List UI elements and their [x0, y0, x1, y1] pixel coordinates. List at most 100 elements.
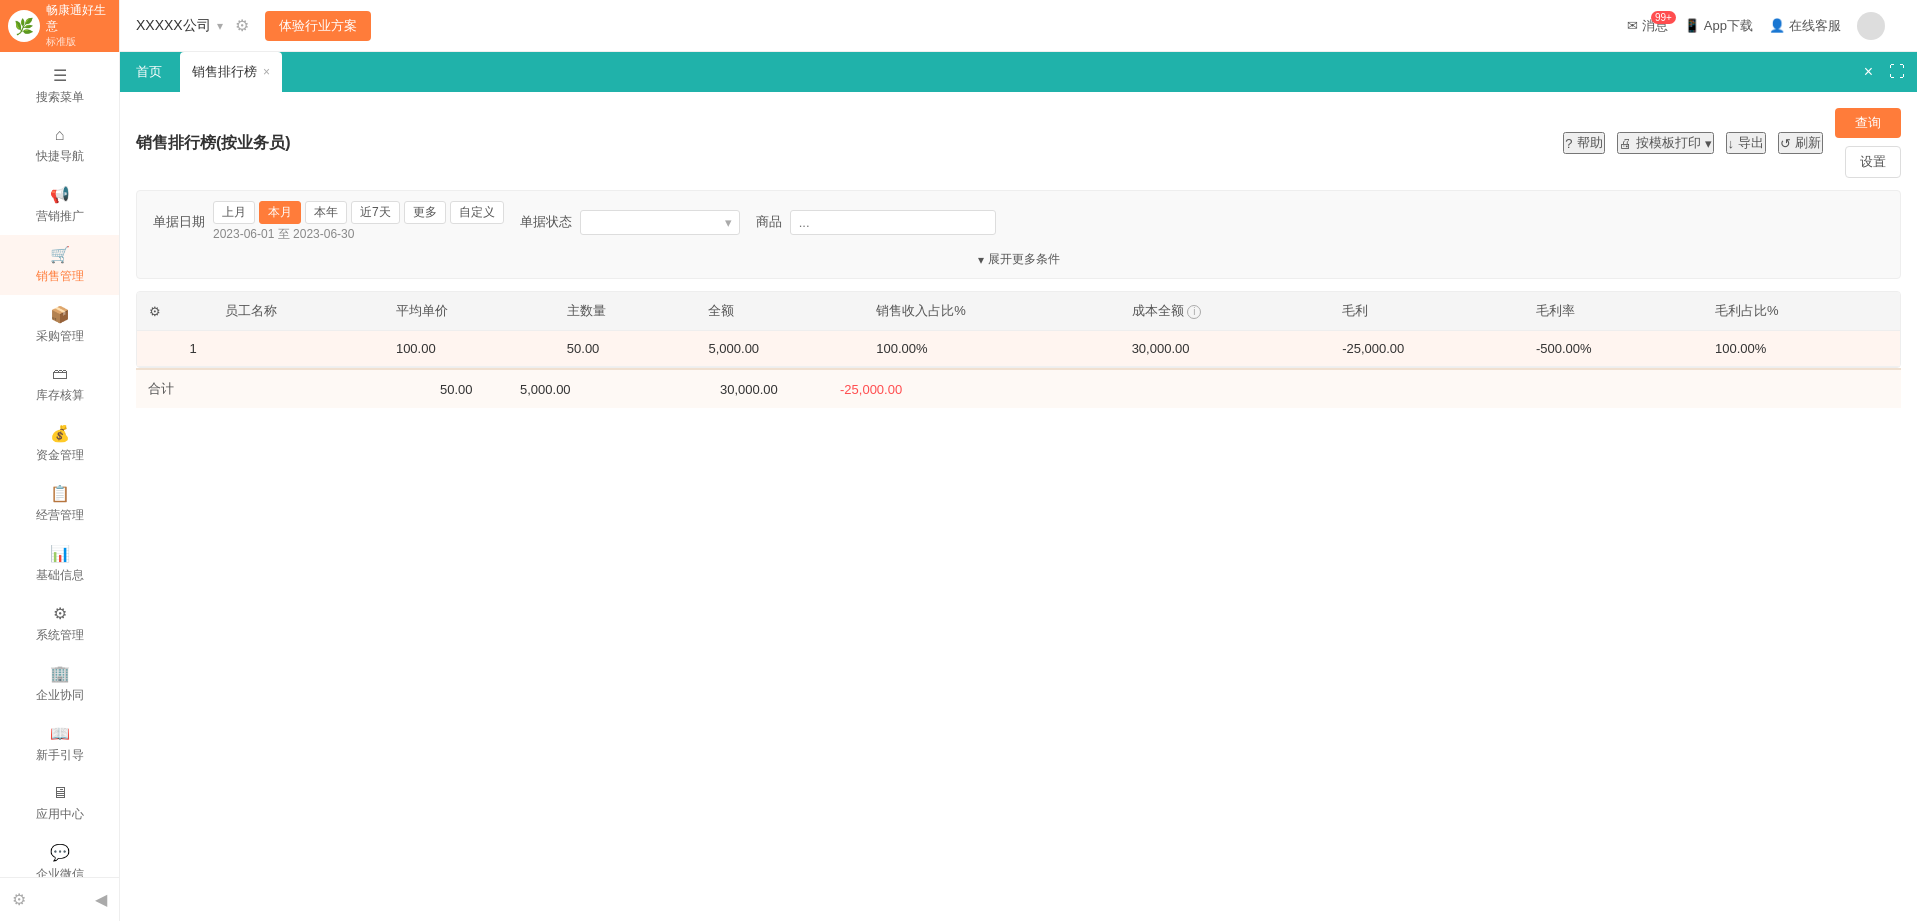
print-icon: 🖨: [1619, 136, 1632, 151]
sidebar-collapse-icon[interactable]: ◀: [91, 886, 111, 913]
footer-amount: 5,000.00: [508, 382, 608, 397]
sidebar-item-label: 企业协同: [36, 687, 84, 704]
topbar-right: ✉ 消息 99+ 📱 App下载 👤 在线客服: [1627, 12, 1901, 40]
tab-fullscreen-icon[interactable]: ⛶: [1885, 59, 1909, 85]
tab-close-icon[interactable]: ×: [263, 65, 270, 79]
enterprise-wechat-icon: 💬: [50, 843, 70, 862]
sidebar-item-sales[interactable]: 🛒 销售管理: [0, 235, 119, 295]
search-order-icon: ☰: [53, 66, 67, 85]
sidebar-item-label: 销售管理: [36, 268, 84, 285]
sidebar-item-label: 系统管理: [36, 627, 84, 644]
finance-icon: 💰: [50, 424, 70, 443]
help-icon: ?: [1565, 136, 1572, 151]
goods-label: 商品: [756, 213, 782, 231]
refresh-icon: ↺: [1780, 136, 1791, 151]
sidebar-item-marketing[interactable]: 📢 营销推广: [0, 175, 119, 235]
th-profit-ratio: 毛利占比%: [1703, 292, 1900, 331]
trial-button[interactable]: 体验行业方案: [265, 11, 371, 41]
message-button[interactable]: ✉ 消息 99+: [1627, 17, 1668, 35]
operations-icon: 📋: [50, 484, 70, 503]
th-employee: 员工名称: [213, 292, 384, 331]
th-profit: 毛利: [1330, 292, 1524, 331]
sidebar-item-enterprise[interactable]: 🏢 企业协同: [0, 654, 119, 714]
th-settings[interactable]: ⚙: [137, 292, 173, 331]
print-button[interactable]: 🖨 按模板打印 ▾: [1617, 132, 1714, 154]
th-sales-ratio: 销售收入占比%: [864, 292, 1119, 331]
date-btn-more[interactable]: 更多: [404, 201, 446, 224]
app-download-button[interactable]: 📱 App下载: [1684, 17, 1753, 35]
tabbar: 首页 销售排行榜 × × ⛶: [120, 52, 1917, 92]
app-download-label: App下载: [1704, 17, 1753, 35]
th-profit-rate: 毛利率: [1524, 292, 1703, 331]
sidebar-nav: ☰ 搜索菜单 ⌂ 快捷导航 📢 营销推广 🛒 销售管理 📦 采购管理 🗃 库存核…: [0, 52, 119, 877]
online-service-button[interactable]: 👤 在线客服: [1769, 17, 1841, 35]
company-selector[interactable]: XXXXX公司 ▾: [136, 17, 223, 35]
sales-icon: 🛒: [50, 245, 70, 264]
date-btn-this-month[interactable]: 本月: [259, 201, 301, 224]
service-icon: 👤: [1769, 18, 1785, 33]
tab-label: 销售排行榜: [192, 63, 257, 81]
status-select-wrap: [580, 210, 740, 235]
query-button[interactable]: 查询: [1835, 108, 1901, 138]
th-amount: 全额: [696, 292, 864, 331]
message-icon: ✉: [1627, 18, 1638, 33]
footer-cost-amount: 30,000.00: [708, 382, 828, 397]
td-profit: -25,000.00: [1330, 331, 1524, 367]
page-actions: ? 帮助 🖨 按模板打印 ▾ ↓ 导出 ↺ 刷新 查询: [1563, 108, 1901, 178]
filter-area: 单据日期 上月 本月 本年 近7天 更多 自定义 2023-06-01 至 20…: [136, 190, 1901, 279]
td-profit-rate: -500.00%: [1524, 331, 1703, 367]
td-avg-price: 100.00: [384, 331, 555, 367]
guide-icon: 📖: [50, 724, 70, 743]
logo-title: 畅康通好生意: [46, 3, 111, 34]
cost-info-icon[interactable]: i: [1187, 305, 1201, 319]
page-settings-button[interactable]: 设置: [1845, 146, 1901, 178]
data-table: ⚙ 员工名称 平均单价 主数量 全额 销售收入占比% 成本全额 i 毛利 毛利率: [137, 292, 1900, 367]
export-button[interactable]: ↓ 导出: [1726, 132, 1767, 154]
tab-home[interactable]: 首页: [120, 52, 178, 92]
date-btn-this-year[interactable]: 本年: [305, 201, 347, 224]
help-button[interactable]: ? 帮助: [1563, 132, 1604, 154]
sidebar-item-label: 快捷导航: [36, 148, 84, 165]
logo-subtitle: 标准版: [46, 35, 111, 49]
inventory-icon: 🗃: [52, 365, 68, 383]
sidebar-item-quick-nav[interactable]: ⌂ 快捷导航: [0, 116, 119, 175]
date-range-display: 2023-06-01 至 2023-06-30: [213, 226, 504, 243]
sidebar-item-purchase[interactable]: 📦 采购管理: [0, 295, 119, 355]
sidebar-item-guide[interactable]: 📖 新手引导: [0, 714, 119, 774]
purchase-icon: 📦: [50, 305, 70, 324]
date-btn-7days[interactable]: 近7天: [351, 201, 400, 224]
user-avatar[interactable]: [1857, 12, 1885, 40]
footer-spacer: [348, 382, 428, 397]
message-badge: 99+: [1651, 11, 1676, 24]
refresh-button[interactable]: ↺ 刷新: [1778, 132, 1823, 154]
tab-window-close-icon[interactable]: ×: [1860, 59, 1877, 85]
sidebar-item-search-order[interactable]: ☰ 搜索菜单: [0, 56, 119, 116]
date-btn-custom[interactable]: 自定义: [450, 201, 504, 224]
sidebar-item-enterprise-wechat[interactable]: 💬 企业微信: [0, 833, 119, 877]
print-label: 按模板打印: [1636, 134, 1701, 152]
sidebar-item-system[interactable]: ⚙ 系统管理: [0, 594, 119, 654]
goods-input[interactable]: [790, 210, 996, 235]
sidebar-item-label: 应用中心: [36, 806, 84, 823]
data-table-wrap: ⚙ 员工名称 平均单价 主数量 全额 销售收入占比% 成本全额 i 毛利 毛利率: [136, 291, 1901, 368]
th-cost-amount: 成本全额 i: [1120, 292, 1331, 331]
date-btn-last-month[interactable]: 上月: [213, 201, 255, 224]
date-btn-group: 上月 本月 本年 近7天 更多 自定义 2023-06-01 至 2023-06…: [213, 201, 504, 243]
sidebar-item-finance[interactable]: 💰 资金管理: [0, 414, 119, 474]
logo-icon: 🌿: [8, 10, 40, 42]
app-download-icon: 📱: [1684, 18, 1700, 33]
expand-down-icon: ▾: [978, 253, 984, 267]
sidebar-item-basic-info[interactable]: 📊 基础信息: [0, 534, 119, 594]
topbar-settings-icon[interactable]: ⚙: [231, 12, 253, 39]
sidebar-item-inventory[interactable]: 🗃 库存核算: [0, 355, 119, 414]
sidebar-settings-icon[interactable]: ⚙: [8, 886, 30, 913]
th-rank: [173, 292, 213, 331]
tab-sales-ranking[interactable]: 销售排行榜 ×: [180, 52, 282, 92]
date-buttons: 上月 本月 本年 近7天 更多 自定义: [213, 201, 504, 224]
sidebar-item-app-center[interactable]: 🖥 应用中心: [0, 774, 119, 833]
expand-more-btn[interactable]: ▾ 展开更多条件: [978, 251, 1060, 268]
status-select[interactable]: [580, 210, 740, 235]
filter-expand-row: ▾ 展开更多条件: [153, 251, 1884, 268]
sidebar-item-operations[interactable]: 📋 经营管理: [0, 474, 119, 534]
sidebar-item-label: 采购管理: [36, 328, 84, 345]
